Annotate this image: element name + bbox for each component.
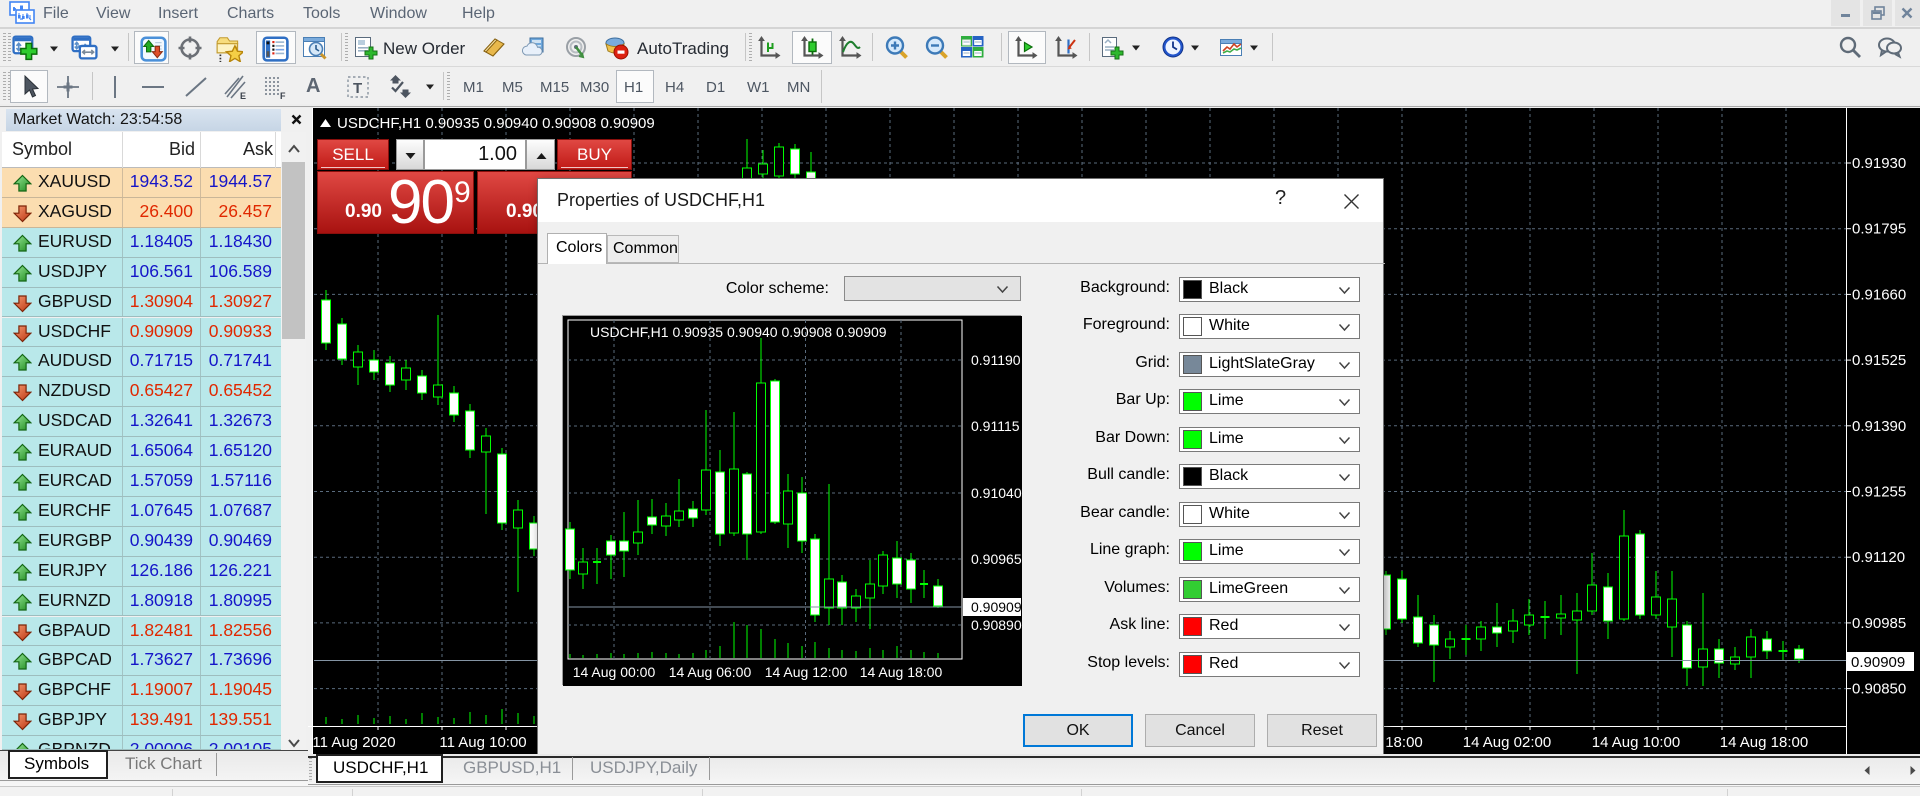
svg-text:0.90909: 0.90909: [1851, 654, 1905, 671]
svg-text:0.90965: 0.90965: [971, 551, 1022, 567]
svg-text:14 Aug 06:00: 14 Aug 06:00: [669, 664, 752, 680]
svg-text:14 Aug 12:00: 14 Aug 12:00: [765, 664, 848, 680]
svg-text:0.91255: 0.91255: [1852, 484, 1906, 501]
svg-text:0.90850: 0.90850: [1852, 681, 1906, 698]
svg-text:E: E: [240, 91, 246, 100]
svg-text:0.91115: 0.91115: [971, 418, 1020, 434]
svg-text:14 Aug 18:00: 14 Aug 18:00: [860, 664, 943, 680]
svg-text:14 Aug 00:00: 14 Aug 00:00: [573, 664, 656, 680]
svg-text:0.91190: 0.91190: [971, 352, 1021, 368]
svg-text:USDCHF,H1 0.90935 0.90940 0.9: USDCHF,H1 0.90935 0.90940 0.90908 0.9090…: [337, 115, 655, 132]
svg-text:0.91930: 0.91930: [1852, 155, 1906, 172]
svg-text:0.91120: 0.91120: [1852, 549, 1905, 566]
svg-text:T: T: [353, 80, 362, 97]
svg-text:F: F: [280, 91, 286, 100]
svg-text:14 Aug 10:00: 14 Aug 10:00: [1592, 734, 1680, 751]
svg-text:0.90909: 0.90909: [971, 599, 1022, 615]
svg-text:0.91390: 0.91390: [1852, 418, 1906, 435]
svg-text:0.91040: 0.91040: [971, 485, 1022, 501]
svg-text:0.90890: 0.90890: [971, 617, 1022, 633]
svg-text:14 Aug 18:00: 14 Aug 18:00: [1720, 734, 1808, 751]
svg-text:0.91525: 0.91525: [1852, 352, 1906, 369]
svg-text:18:00: 18:00: [1385, 734, 1423, 751]
svg-text:0.91660: 0.91660: [1852, 286, 1906, 303]
svg-text:11 Aug 10:00: 11 Aug 10:00: [439, 734, 526, 751]
svg-text:0.90985: 0.90985: [1852, 615, 1906, 632]
svg-text:14 Aug 02:00: 14 Aug 02:00: [1463, 734, 1551, 751]
svg-text:11 Aug 2020: 11 Aug 2020: [312, 734, 395, 751]
svg-text:0.91795: 0.91795: [1852, 221, 1906, 238]
svg-text:USDCHF,H1 0.90935 0.90940 0.9: USDCHF,H1 0.90935 0.90940 0.90908 0.9090…: [590, 324, 887, 340]
